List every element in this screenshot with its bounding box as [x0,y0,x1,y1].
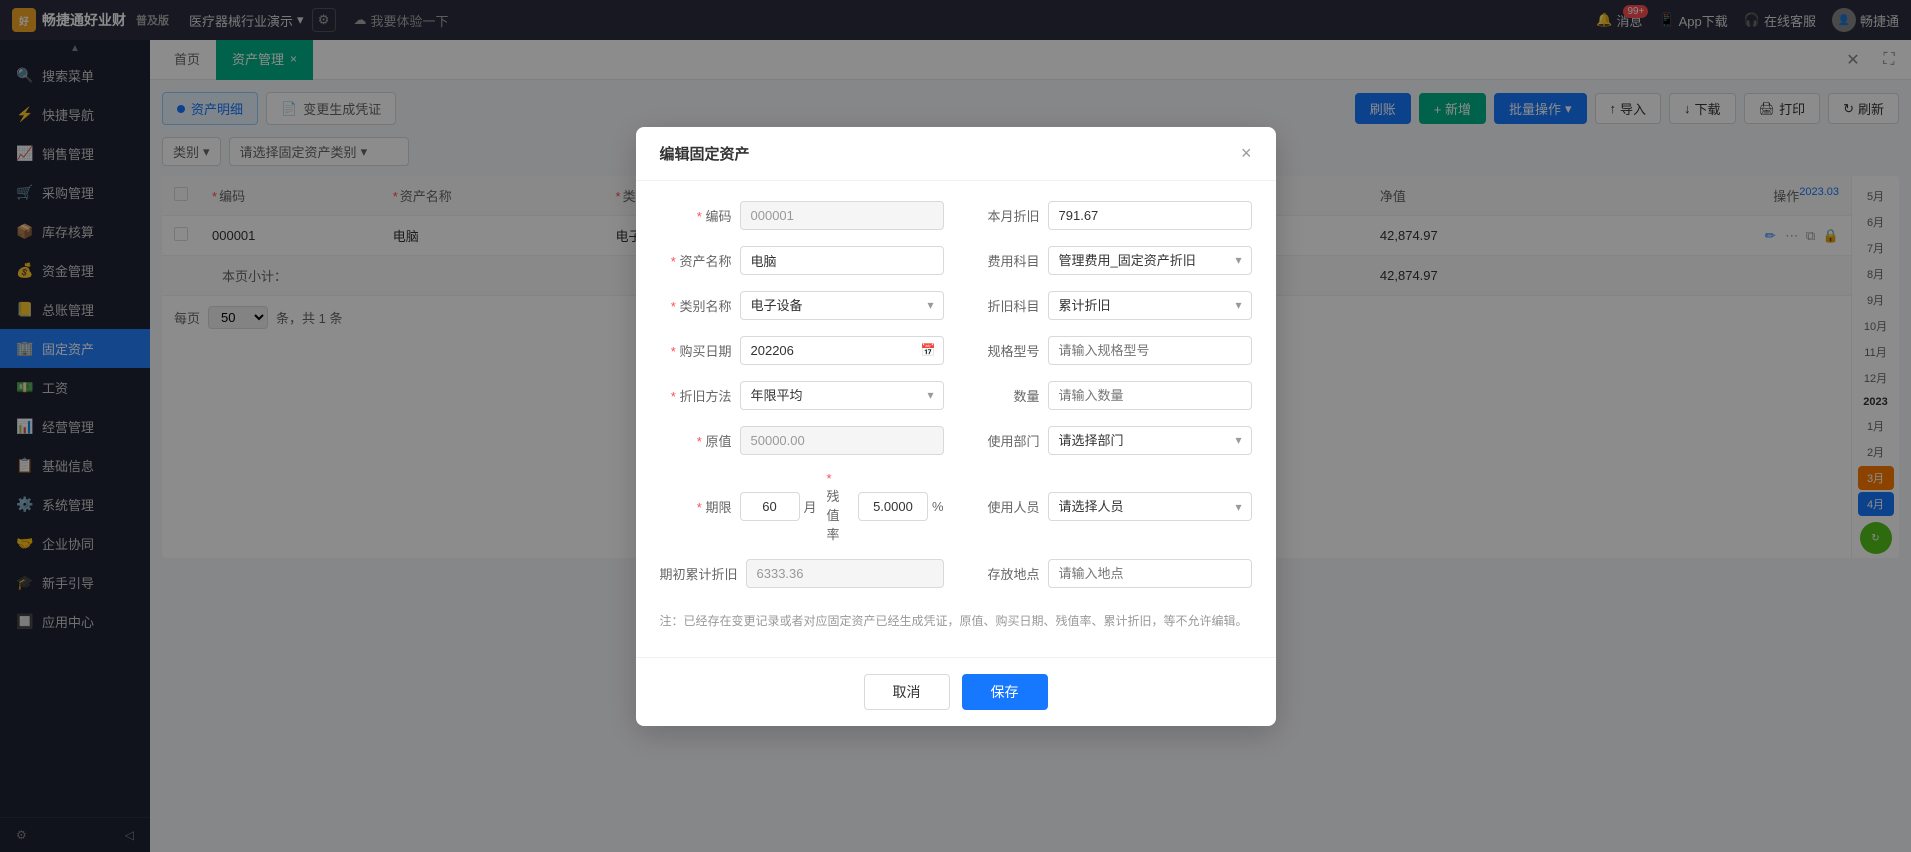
dep-method-wrap: 年限平均 [740,381,944,410]
asset-name-input[interactable] [740,246,944,275]
form-row-original-value: * 原值 [660,426,944,455]
category-wrap: 电子设备 [740,291,944,320]
save-button[interactable]: 保存 [962,674,1048,710]
category-select[interactable]: 电子设备 [740,291,944,320]
department-select[interactable]: 请选择部门 [1048,426,1252,455]
code-input[interactable] [740,201,944,230]
form-row-dep-method: * 折旧方法 年限平均 [660,381,944,410]
user-select[interactable]: 请选择人员 [1048,492,1252,521]
form-row-initial-dep: 期初累计折旧 [660,559,944,588]
form-row-model: 规格型号 [968,336,1252,365]
form-row-purchase-date: * 购买日期 📅 [660,336,944,365]
form-row-period: * 期限 月 * 残值率 % [660,471,944,543]
form-row-category: * 类别名称 电子设备 [660,291,944,320]
period-inline: 月 * 残值率 % [740,471,944,543]
cancel-button[interactable]: 取消 [864,674,950,710]
modal-title: 编辑固定资产 [660,143,750,164]
form-row-asset-name: * 资产名称 [660,246,944,275]
user-wrap: 请选择人员 [1048,492,1252,521]
original-value-input[interactable] [740,426,944,455]
modal-header: 编辑固定资产 × [636,127,1276,181]
residual-rate-input[interactable] [858,492,928,521]
dep-method-select[interactable]: 年限平均 [740,381,944,410]
department-wrap: 请选择部门 [1048,426,1252,455]
purchase-date-input[interactable] [740,336,944,365]
period-input[interactable] [740,492,800,521]
form-row-location: 存放地点 [968,559,1252,588]
form-row-user: 使用人员 请选择人员 [968,471,1252,543]
form-row-department: 使用部门 请选择部门 [968,426,1252,455]
monthly-depreciation-input[interactable] [1048,201,1252,230]
edit-asset-modal: 编辑固定资产 × * 编码 本月折旧 * 资产名称 [636,127,1276,726]
initial-dep-input[interactable] [746,559,944,588]
form-grid: * 编码 本月折旧 * 资产名称 费用科目 [660,201,1252,637]
form-row-monthly-dep: 本月折旧 [968,201,1252,230]
purchase-date-wrap: 📅 [740,336,944,365]
modal-note: 注：已经存在变更记录或者对应固定资产已经生成凭证，原值、购买日期、残值率、累计折… [660,604,1252,637]
modal-footer: 取消 保存 [636,657,1276,726]
form-row-expense-subject: 费用科目 管理费用_固定资产折旧 [968,246,1252,275]
form-row-code: * 编码 [660,201,944,230]
expense-subject-wrap: 管理费用_固定资产折旧 [1048,246,1252,275]
location-input[interactable] [1048,559,1252,588]
modal-close-icon[interactable]: × [1241,143,1252,164]
modal-body: * 编码 本月折旧 * 资产名称 费用科目 [636,181,1276,657]
form-row-quantity: 数量 [968,381,1252,410]
modal-overlay: 编辑固定资产 × * 编码 本月折旧 * 资产名称 [0,0,1911,852]
calendar-icon[interactable]: 📅 [921,343,936,357]
dep-subject-select[interactable]: 累计折旧 [1048,291,1252,320]
dep-subject-wrap: 累计折旧 [1048,291,1252,320]
expense-subject-select[interactable]: 管理费用_固定资产折旧 [1048,246,1252,275]
model-input[interactable] [1048,336,1252,365]
quantity-input[interactable] [1048,381,1252,410]
form-row-dep-subject: 折旧科目 累计折旧 [968,291,1252,320]
